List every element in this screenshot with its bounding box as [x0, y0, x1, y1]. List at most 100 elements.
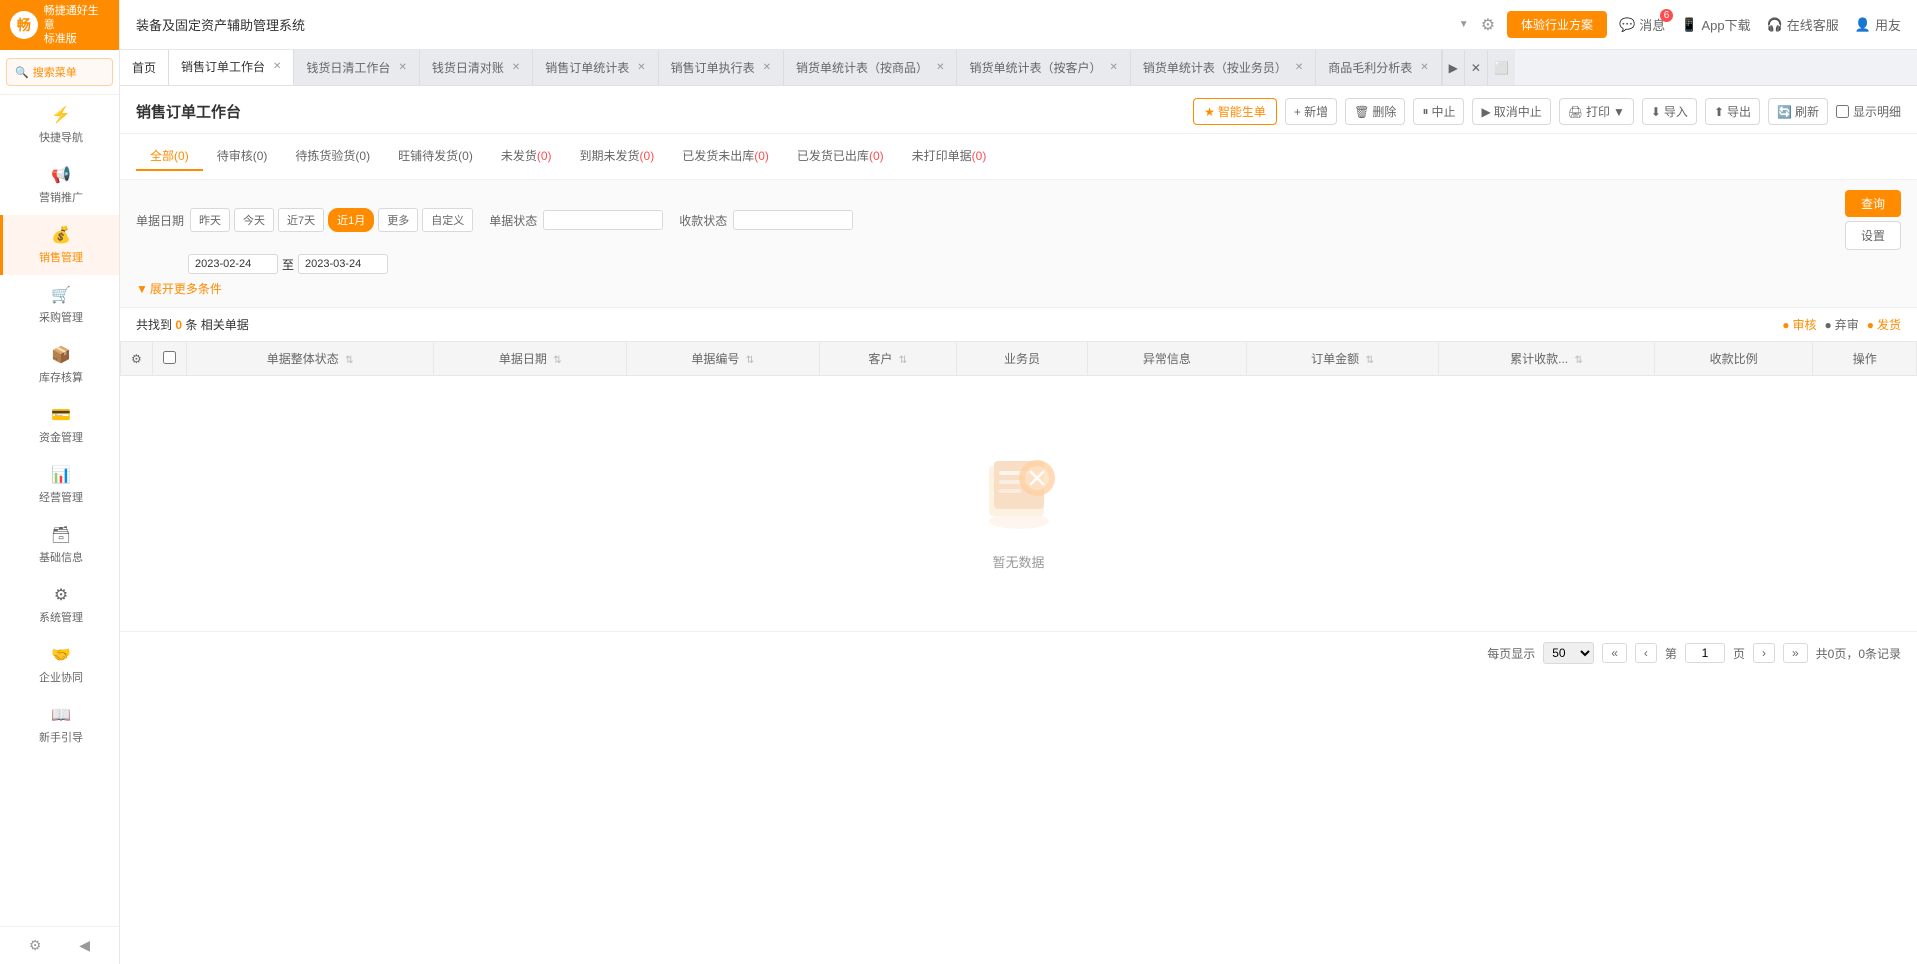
tab-goods-stats-customer-close[interactable]: ✕: [1109, 62, 1117, 73]
review-button[interactable]: ● 审核: [1782, 316, 1816, 333]
delete-button[interactable]: 🗑 删除: [1345, 98, 1405, 125]
message-button[interactable]: 💬 消息 6: [1619, 15, 1665, 34]
page-label: 第: [1665, 645, 1677, 662]
settings-icon[interactable]: ⚙: [1481, 15, 1495, 35]
tab-sales-exec[interactable]: 销售订单执行表 ✕: [659, 50, 784, 86]
col-salesman-header: 业务员: [956, 342, 1087, 376]
user-menu-button[interactable]: 👤 用友: [1855, 15, 1901, 34]
system-dropdown-arrow[interactable]: ▼: [1459, 19, 1469, 30]
refresh-button[interactable]: 🔄 刷新: [1768, 98, 1828, 125]
status-sort-icon[interactable]: ⇅: [345, 355, 353, 366]
select-all-checkbox[interactable]: [163, 351, 176, 364]
tab-sales-workbench-close[interactable]: ✕: [273, 61, 281, 72]
filter-tab-overdue-unshipped[interactable]: 到期未发货(0): [566, 142, 669, 171]
tab-cash-daily[interactable]: 钱货日清工作台 ✕: [294, 50, 419, 86]
ship-button[interactable]: ● 发货: [1867, 316, 1901, 333]
collected-sort-icon[interactable]: ⇅: [1574, 355, 1582, 366]
tab-goods-stats-customer[interactable]: 销货单统计表（按客户） ✕: [957, 50, 1130, 86]
online-service-button[interactable]: 🎧 在线客服: [1767, 15, 1839, 34]
show-detail-checkbox[interactable]: [1836, 105, 1849, 118]
filter-tab-shipped-not-out[interactable]: 已发货未出库(0): [668, 142, 783, 171]
amount-sort-icon[interactable]: ⇅: [1365, 355, 1373, 366]
date-more-button[interactable]: 更多: [378, 208, 418, 232]
collapse-sidebar-button[interactable]: ◀: [79, 937, 90, 954]
tab-sales-stats[interactable]: 销售订单统计表 ✕: [533, 50, 658, 86]
date-7days-button[interactable]: 近7天: [278, 208, 324, 232]
status-select[interactable]: [543, 210, 663, 230]
filter-tab-pending-check[interactable]: 待拣货验货(0): [281, 142, 384, 171]
search-setting-button[interactable]: 设置: [1845, 221, 1901, 250]
tab-goods-stats-product-close[interactable]: ✕: [936, 62, 944, 73]
page-size-select[interactable]: 10 20 50 100: [1543, 642, 1594, 664]
sidebar-marketing[interactable]: 📢 营销推广: [0, 155, 119, 215]
sidebar-sales[interactable]: 💰 销售管理: [0, 215, 119, 275]
search-action-buttons: 查询 设置: [1845, 190, 1901, 250]
prev-page-button[interactable]: ‹: [1635, 643, 1657, 663]
next-page-button[interactable]: ›: [1753, 643, 1775, 663]
filter-tab-wangpu-ship[interactable]: 旺铺待发货(0): [384, 142, 487, 171]
settings-bottom-button[interactable]: ⚙: [29, 937, 42, 954]
tab-product-margin-close[interactable]: ✕: [1420, 62, 1428, 73]
tab-nav-prev[interactable]: ▶: [1442, 50, 1464, 86]
smart-create-button[interactable]: ★ 智能生单: [1193, 98, 1277, 125]
main-area: 装备及固定资产辅助管理系统 ▼ ⚙ 体验行业方案 💬 消息 6 📱 App下载 …: [120, 0, 1917, 964]
tab-cash-reconcile[interactable]: 钱货日清对账 ✕: [420, 50, 533, 86]
last-page-button[interactable]: »: [1783, 643, 1808, 663]
tab-goods-stats-staff[interactable]: 销货单统计表（按业务员） ✕: [1131, 50, 1316, 86]
tab-goods-stats-staff-close[interactable]: ✕: [1295, 62, 1303, 73]
page-number-input[interactable]: 1: [1685, 643, 1725, 663]
add-button[interactable]: + 新增: [1285, 98, 1337, 125]
first-page-button[interactable]: «: [1602, 643, 1627, 663]
tab-goods-stats-product[interactable]: 销货单统计表（按商品） ✕: [784, 50, 957, 86]
tab-close-all[interactable]: ✕: [1464, 50, 1487, 86]
suspend-button[interactable]: ⏸ 中止: [1413, 98, 1464, 125]
sidebar-quick-nav[interactable]: ⚡ 快捷导航: [0, 95, 119, 155]
date-today-button[interactable]: 今天: [234, 208, 274, 232]
date-1month-button[interactable]: 近1月: [328, 208, 374, 232]
tab-sales-stats-close[interactable]: ✕: [637, 62, 645, 73]
query-button[interactable]: 查询: [1845, 190, 1901, 217]
date-sort-icon[interactable]: ⇅: [553, 355, 561, 366]
settings-col-icon[interactable]: ⚙: [131, 352, 142, 366]
tab-maximize[interactable]: ⬜: [1487, 50, 1515, 86]
cancel-suspend-button[interactable]: ▶ 取消中止: [1472, 98, 1550, 125]
sidebar-base-info[interactable]: 🗃 基础信息: [0, 515, 119, 575]
filter-tab-shipped-out[interactable]: 已发货已出库(0): [783, 142, 898, 171]
sidebar-purchase[interactable]: 🛒 采购管理: [0, 275, 119, 335]
cancel-suspend-icon: ▶: [1481, 105, 1490, 119]
search-menu-button[interactable]: 🔍 搜索菜单: [6, 58, 113, 86]
filter-tab-unshipped[interactable]: 未发货(0): [487, 142, 566, 171]
sidebar-system[interactable]: ⚙ 系统管理: [0, 575, 119, 635]
import-button[interactable]: ⬇ 导入: [1642, 98, 1697, 125]
sidebar-guide[interactable]: 📖 新手引导: [0, 695, 119, 755]
customer-sort-icon[interactable]: ⇅: [899, 355, 907, 366]
export-button[interactable]: ⬆ 导出: [1705, 98, 1760, 125]
filter-tab-unprinted[interactable]: 未打印单据(0): [898, 142, 1001, 171]
date-to-input[interactable]: 2023-03-24: [298, 254, 388, 274]
sidebar-finance[interactable]: 💳 资金管理: [0, 395, 119, 455]
print-icon: 🖨: [1568, 105, 1583, 119]
tab-home[interactable]: 首页: [120, 50, 169, 86]
page-title: 销售订单工作台: [136, 101, 241, 122]
tab-product-margin[interactable]: 商品毛利分析表 ✕: [1316, 50, 1441, 86]
sidebar-operations[interactable]: 📊 经营管理: [0, 455, 119, 515]
sidebar-enterprise[interactable]: 🤝 企业协同: [0, 635, 119, 695]
tab-sales-exec-close[interactable]: ✕: [763, 62, 771, 73]
date-custom-button[interactable]: 自定义: [422, 208, 473, 232]
tab-cash-reconcile-close[interactable]: ✕: [512, 62, 520, 73]
tab-cash-daily-close[interactable]: ✕: [398, 62, 406, 73]
number-sort-icon[interactable]: ⇅: [746, 355, 754, 366]
app-download-button[interactable]: 📱 App下载: [1681, 15, 1750, 34]
date-from-input[interactable]: 2023-02-24: [188, 254, 278, 274]
payment-select[interactable]: [733, 210, 853, 230]
cancel-review-button[interactable]: ● 弃审: [1824, 316, 1858, 333]
industry-solution-button[interactable]: 体验行业方案: [1507, 11, 1607, 38]
filter-tab-pending-review[interactable]: 待审核(0): [203, 142, 282, 171]
expand-conditions-button[interactable]: ▼ 展开更多条件: [136, 280, 222, 297]
filter-tab-all[interactable]: 全部(0): [136, 142, 203, 171]
quick-nav-icon: ⚡: [51, 105, 71, 125]
print-button[interactable]: 🖨 打印 ▼: [1559, 98, 1634, 125]
sidebar-inventory[interactable]: 📦 库存核算: [0, 335, 119, 395]
tab-sales-workbench[interactable]: 销售订单工作台 ✕: [169, 50, 294, 86]
date-yesterday-button[interactable]: 昨天: [190, 208, 230, 232]
